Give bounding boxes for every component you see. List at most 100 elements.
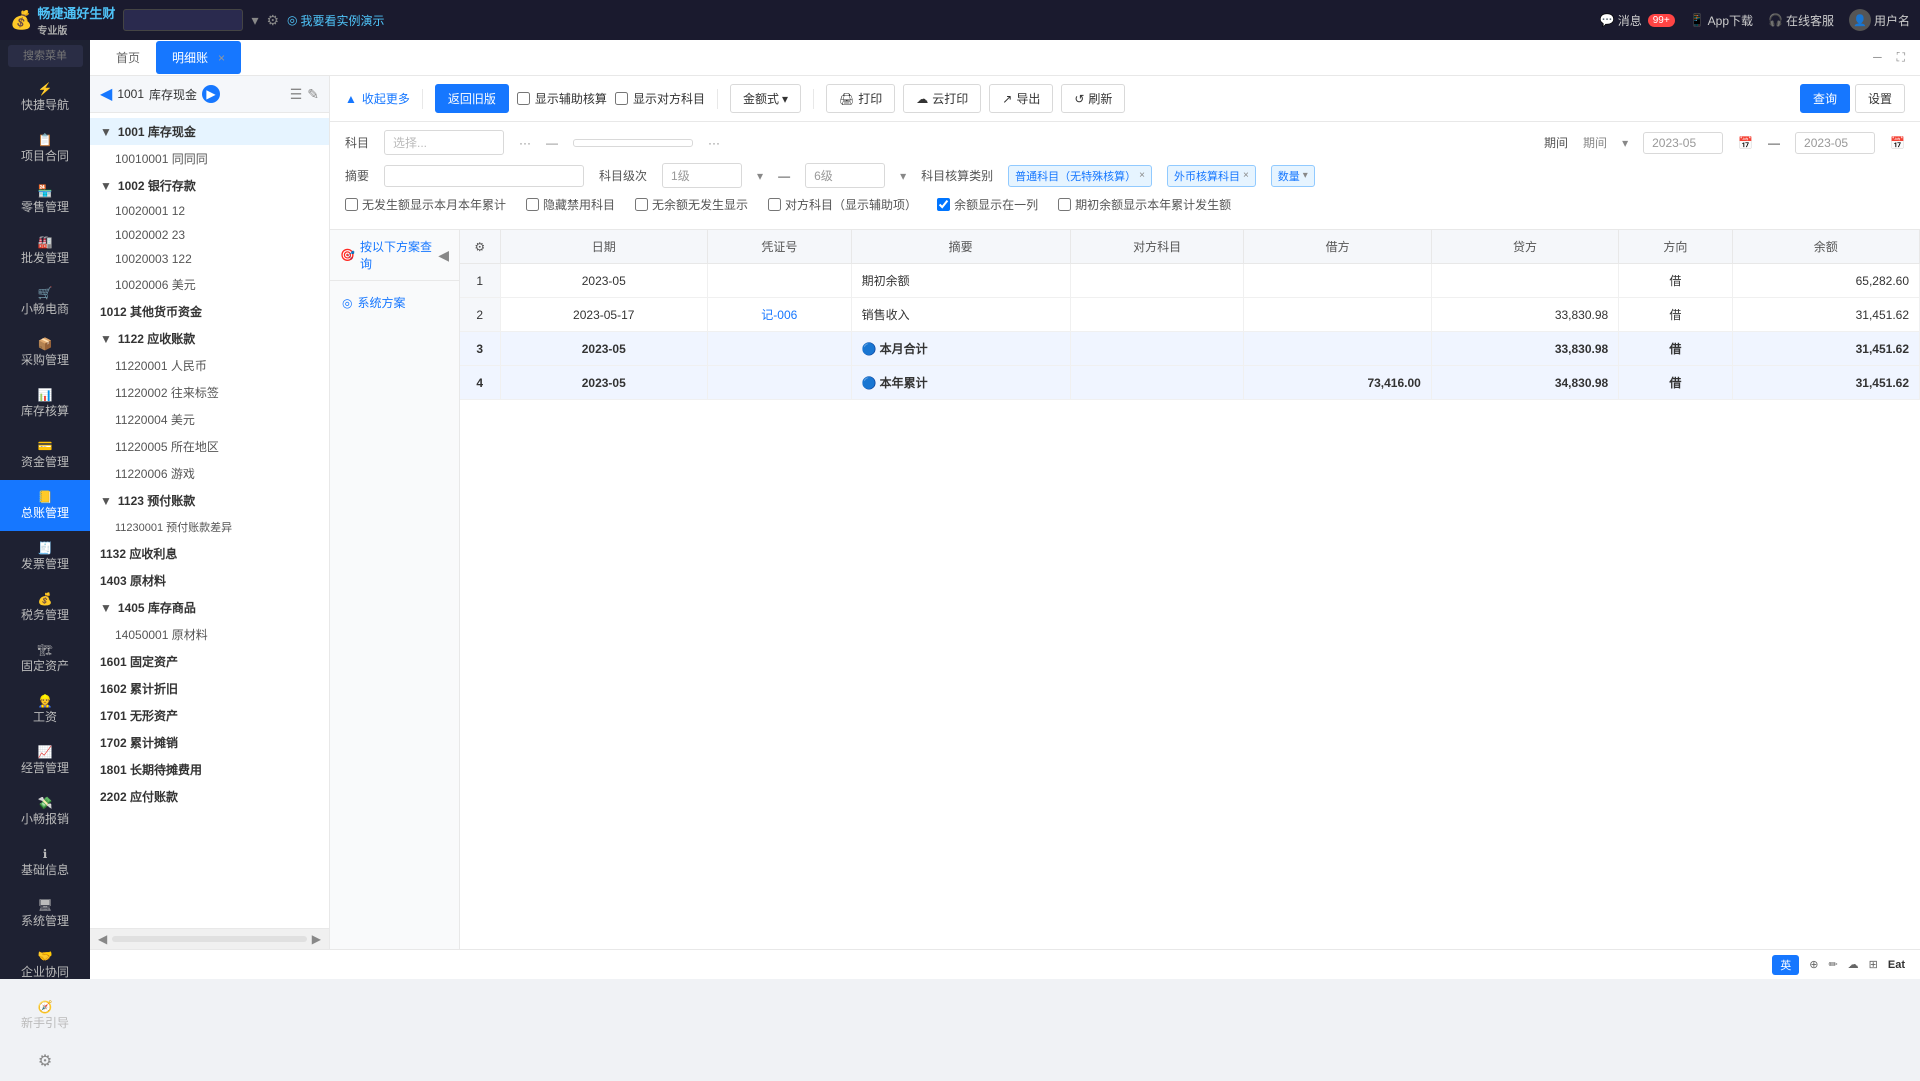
- account-item[interactable]: 14050001 原材料: [90, 621, 329, 648]
- checkbox-no-balance[interactable]: 无余额无发生显示: [635, 196, 748, 213]
- status-plus-icon[interactable]: ⊕: [1809, 958, 1818, 971]
- collapse-left-icon[interactable]: ◀: [438, 247, 449, 264]
- td-voucher[interactable]: 记-006: [708, 298, 852, 332]
- level-end-input[interactable]: 6级: [805, 163, 885, 188]
- tree-scroll-bar[interactable]: ◀ ▶: [90, 928, 329, 949]
- settings-btn[interactable]: 设置: [1855, 84, 1905, 113]
- account-item[interactable]: 11220006 游戏: [90, 460, 329, 487]
- level-end-dropdown-icon[interactable]: ▾: [900, 169, 906, 183]
- show-aux-checkbox[interactable]: [517, 92, 530, 105]
- period-type-selector[interactable]: 期间: [1583, 134, 1607, 151]
- checkbox-show-opposite[interactable]: 显示对方科目: [615, 90, 705, 107]
- sidebar-item-inventory[interactable]: 📊 库存核算: [0, 378, 90, 429]
- sidebar-item-enterprise[interactable]: 🤝 企业协同: [0, 939, 90, 990]
- cb-opening[interactable]: [1058, 198, 1071, 211]
- status-translate-btn[interactable]: 英: [1772, 955, 1799, 975]
- checkbox-hide-disabled[interactable]: 隐藏禁用科目: [526, 196, 615, 213]
- account-item[interactable]: 1702 累计摊销: [90, 729, 329, 756]
- status-edit-icon[interactable]: ✏: [1828, 958, 1837, 971]
- query-scheme-header[interactable]: 🎯 按以下方案查询 ◀: [330, 230, 459, 281]
- checkbox-show-aux[interactable]: 显示辅助核算: [517, 90, 607, 107]
- cb-opposite[interactable]: [768, 198, 781, 211]
- cloud-print-btn[interactable]: ☁ 云打印: [903, 84, 981, 113]
- online-service-btn[interactable]: 🎧 在线客服: [1768, 12, 1834, 29]
- sidebar-item-retail[interactable]: 🏪 零售管理: [0, 174, 90, 225]
- cb-no-amount[interactable]: [345, 198, 358, 211]
- export-btn[interactable]: ↗ 导出: [989, 84, 1053, 113]
- tag-foreign[interactable]: 外币核算科目 ×: [1167, 165, 1256, 187]
- summary-input[interactable]: [384, 165, 584, 187]
- account-item[interactable]: 11220001 人民币: [90, 352, 329, 379]
- more-toggle-btn[interactable]: ▲ 收起更多: [345, 90, 410, 107]
- go-arrow-btn[interactable]: ▶: [202, 85, 220, 103]
- scheme-item-system[interactable]: ◎ 系统方案: [330, 286, 459, 319]
- level-start-input[interactable]: 1级: [662, 163, 742, 188]
- period-dropdown-icon[interactable]: ▾: [1622, 136, 1628, 150]
- sidebar-item-project[interactable]: 📋 项目合同: [0, 123, 90, 174]
- sidebar-item-wholesale[interactable]: 🏭 批发管理: [0, 225, 90, 276]
- sidebar-item-system[interactable]: 🖥 系统管理: [0, 888, 90, 939]
- sidebar-item-assets[interactable]: 🏗 固定资产: [0, 633, 90, 684]
- account-item[interactable]: ▼1123 预付账款: [90, 487, 329, 514]
- checkbox-opposite[interactable]: 对方科目（显示辅助项）: [768, 196, 917, 213]
- sidebar-item-sales[interactable]: 💸 小畅报销: [0, 786, 90, 837]
- refresh-btn[interactable]: ↺ 刷新: [1061, 84, 1125, 113]
- sidebar-item-invoice[interactable]: 🧾 发票管理: [0, 531, 90, 582]
- th-settings[interactable]: ⚙: [460, 230, 500, 264]
- scroll-right-icon[interactable]: ▶: [312, 932, 321, 946]
- voucher-link[interactable]: 记-006: [761, 308, 797, 322]
- tab-expand-icon[interactable]: ⛶: [1892, 50, 1910, 65]
- account-item[interactable]: 10020001 12: [90, 199, 329, 223]
- tag-close-normal[interactable]: ×: [1139, 170, 1145, 181]
- top-search-input[interactable]: [123, 9, 243, 31]
- tree-edit-icon[interactable]: ✎: [307, 86, 319, 103]
- print-btn[interactable]: 🖨 打印: [826, 84, 895, 113]
- account-item[interactable]: 10020003 122: [90, 247, 329, 271]
- account-item[interactable]: ▼1002 银行存款: [90, 172, 329, 199]
- checkbox-no-amount[interactable]: 无发生额显示本月本年累计: [345, 196, 506, 213]
- tag-close-foreign[interactable]: ×: [1243, 170, 1249, 181]
- sidebar-item-payroll[interactable]: 👷 工资: [0, 684, 90, 735]
- tab-detail[interactable]: 明细账 ×: [156, 41, 241, 74]
- tab-minimize-icon[interactable]: ─: [1868, 50, 1887, 65]
- account-item[interactable]: ▼1122 应收账款: [90, 325, 329, 352]
- sidebar-item-ledger[interactable]: 📒 总账管理: [0, 480, 90, 531]
- tag-normal[interactable]: 普通科目（无特殊核算） ×: [1008, 165, 1152, 187]
- checkbox-opening[interactable]: 期初余额显示本年累计发生额: [1058, 196, 1231, 213]
- user-avatar-btn[interactable]: 👤 用户名: [1849, 9, 1910, 31]
- sidebar-item-quick-nav[interactable]: ⚡ 快捷导航: [0, 72, 90, 123]
- sidebar-item-ecommerce[interactable]: 🛒 小畅电商: [0, 276, 90, 327]
- sidebar-gear-icon[interactable]: ⚙: [0, 1051, 90, 1071]
- cb-hide-disabled[interactable]: [526, 198, 539, 211]
- selected-account[interactable]: ◀ 1001 库存现金 ▶: [100, 84, 220, 104]
- status-grid-icon[interactable]: ⊞: [1869, 958, 1878, 971]
- account-item[interactable]: 11220004 美元: [90, 406, 329, 433]
- tab-close-btn[interactable]: ×: [218, 51, 225, 65]
- account-item[interactable]: 1701 无形资产: [90, 702, 329, 729]
- demo-link[interactable]: ◎ 我要看实例演示: [287, 12, 385, 29]
- sidebar-item-basic[interactable]: ℹ 基础信息: [0, 837, 90, 888]
- account-item[interactable]: ▼1001 库存现金: [90, 118, 329, 145]
- tag-dropdown-icon[interactable]: ▾: [1303, 170, 1308, 181]
- account-item[interactable]: 11220002 往来标签: [90, 379, 329, 406]
- period-calendar-icon-2[interactable]: 📅: [1890, 136, 1905, 150]
- account-item[interactable]: ▼1405 库存商品: [90, 594, 329, 621]
- message-btn[interactable]: 💬 消息 99+: [1600, 12, 1675, 29]
- period-start-input[interactable]: 2023-05: [1643, 132, 1723, 154]
- account-item[interactable]: 1602 累计折旧: [90, 675, 329, 702]
- account-item[interactable]: 1601 固定资产: [90, 648, 329, 675]
- sidebar-search-input[interactable]: [8, 45, 83, 67]
- account-item[interactable]: 10020002 23: [90, 223, 329, 247]
- amount-format-btn[interactable]: 金额式 ▾: [730, 84, 801, 113]
- sidebar-item-finance[interactable]: 💳 资金管理: [0, 429, 90, 480]
- checkbox-balance-col[interactable]: 余额显示在一列: [937, 196, 1038, 213]
- account-item[interactable]: 1403 原材料: [90, 567, 329, 594]
- dropdown-icon[interactable]: ▾: [251, 12, 258, 29]
- account-item[interactable]: 1801 长期待摊费用: [90, 756, 329, 783]
- cb-no-balance[interactable]: [635, 198, 648, 211]
- account-item[interactable]: 11220005 所在地区: [90, 433, 329, 460]
- account-item[interactable]: 10010001 同同同: [90, 145, 329, 172]
- cb-balance-col[interactable]: [937, 198, 950, 211]
- sidebar-item-tax[interactable]: 💰 税务管理: [0, 582, 90, 633]
- account-item[interactable]: 10020006 美元: [90, 271, 329, 298]
